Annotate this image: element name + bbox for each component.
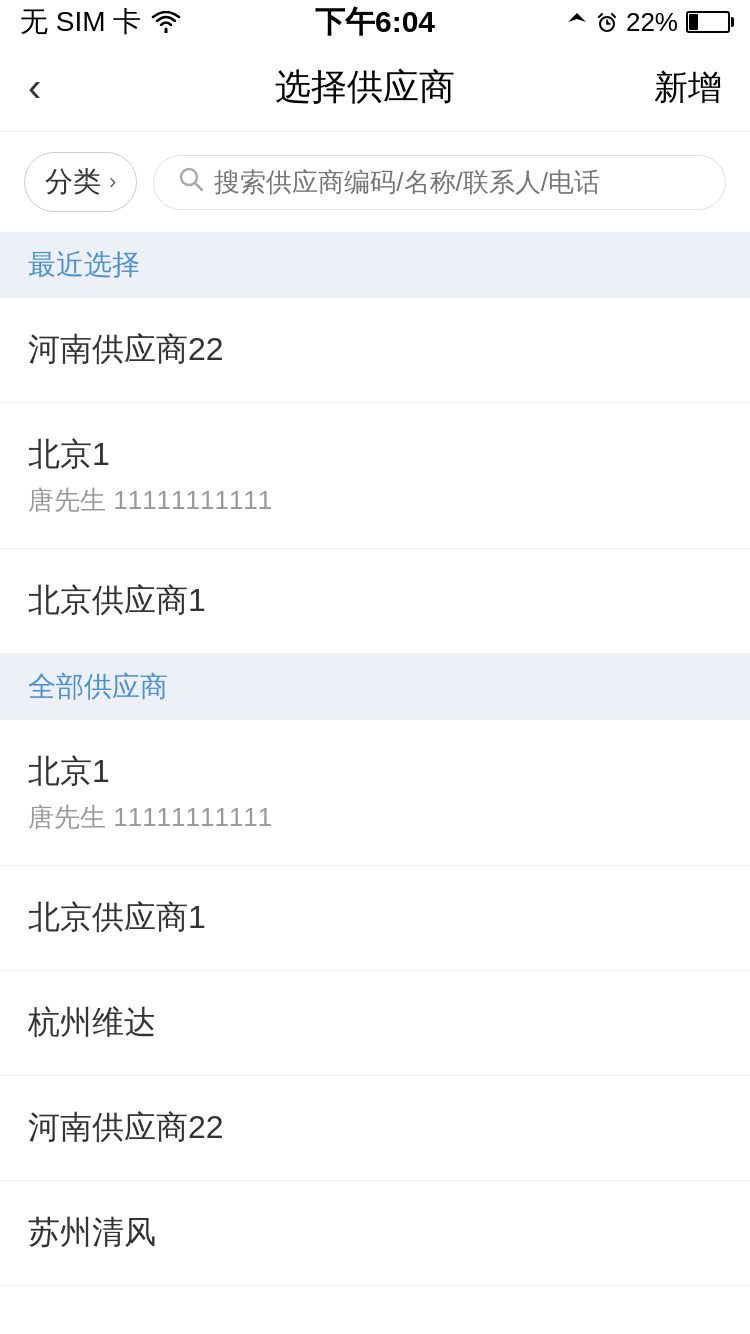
category-button[interactable]: 分类 › (24, 152, 137, 212)
all-section-header: 全部供应商 (0, 654, 750, 720)
svg-line-2 (195, 183, 202, 190)
battery-percentage: 22% (626, 7, 678, 38)
filter-bar: 分类 › (0, 132, 750, 232)
list-item[interactable]: 杭州维达 (0, 971, 750, 1076)
search-box (153, 155, 726, 210)
search-icon (178, 166, 204, 199)
recent-section-header: 最近选择 (0, 232, 750, 298)
item-name: 北京供应商1 (28, 579, 722, 623)
chevron-right-icon: › (109, 169, 116, 195)
item-name: 杭州维达 (28, 1001, 722, 1045)
page-title: 选择供应商 (88, 63, 642, 112)
item-name: 河南供应商22 (28, 328, 722, 372)
item-sub: 唐先生 11111111111 (28, 800, 722, 835)
alarm-icon (596, 11, 618, 33)
item-name: 北京1 (28, 750, 722, 794)
add-button[interactable]: 新增 (642, 65, 722, 111)
status-right: 22% (566, 7, 730, 38)
recent-section-title: 最近选择 (28, 249, 140, 280)
recent-list: 河南供应商22 北京1 唐先生 11111111111 北京供应商1 (0, 298, 750, 654)
list-item[interactable]: 河南供应商22 (0, 1076, 750, 1181)
status-bar: 无 SIM 卡 下午6:04 22% (0, 0, 750, 44)
list-item[interactable]: 北京供应商1 (0, 549, 750, 654)
carrier-text: 无 SIM 卡 (20, 3, 141, 41)
back-button[interactable]: ‹ (28, 65, 88, 110)
location-icon (566, 11, 588, 33)
carrier-info: 无 SIM 卡 (20, 3, 181, 41)
wifi-icon (151, 11, 181, 33)
nav-bar: ‹ 选择供应商 新增 (0, 44, 750, 132)
time-display: 下午6:04 (315, 2, 435, 43)
item-sub: 唐先生 11111111111 (28, 483, 722, 518)
item-name: 河南供应商22 (28, 1106, 722, 1150)
battery-icon (686, 11, 730, 33)
item-name: 苏州清风 (28, 1211, 722, 1255)
item-name: 北京供应商1 (28, 896, 722, 940)
search-input[interactable] (214, 167, 701, 198)
all-list: 北京1 唐先生 11111111111 北京供应商1 杭州维达河南供应商22 苏州清风 (0, 720, 750, 1286)
list-item[interactable]: 苏州清风 (0, 1181, 750, 1286)
item-name: 北京1 (28, 433, 722, 477)
list-item[interactable]: 河南供应商22 (0, 298, 750, 403)
list-item[interactable]: 北京1 唐先生 11111111111 (0, 403, 750, 549)
category-label: 分类 (45, 163, 101, 201)
list-item[interactable]: 北京供应商1 (0, 866, 750, 971)
list-item[interactable]: 北京1 唐先生 11111111111 (0, 720, 750, 866)
all-section-title: 全部供应商 (28, 671, 168, 702)
